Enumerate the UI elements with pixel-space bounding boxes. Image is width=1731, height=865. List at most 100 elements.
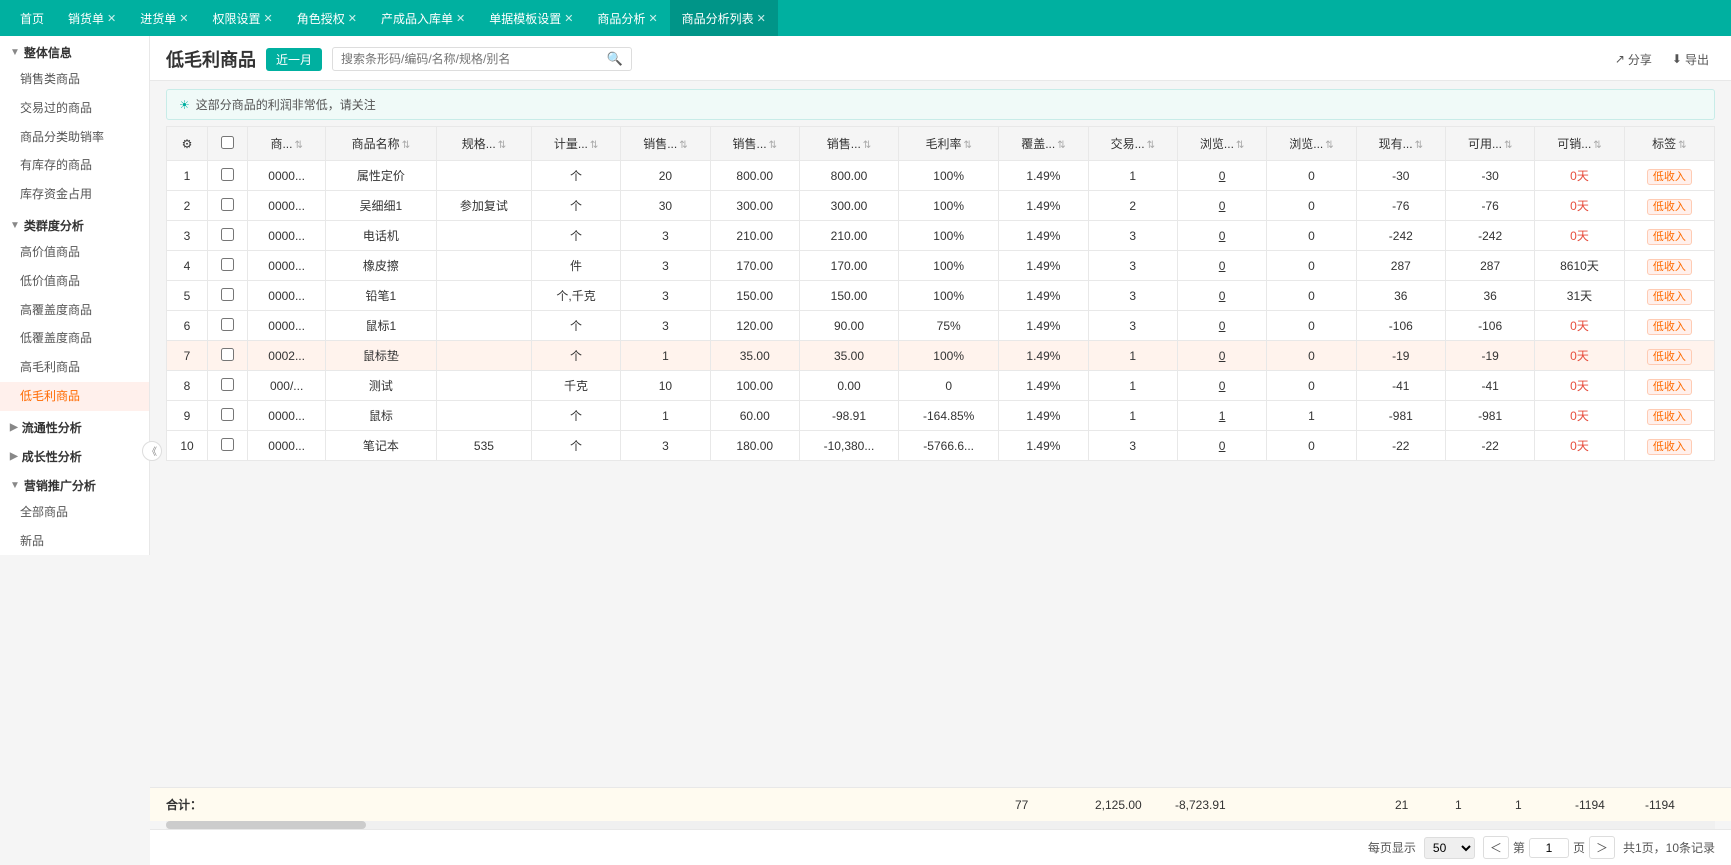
row-checkbox[interactable] [208,221,248,251]
col-sales-price[interactable]: 销售...⇅ [710,127,799,161]
row-stock-sellable: 0天 [1535,401,1624,431]
row-transactions: 3 [1088,251,1177,281]
search-icon[interactable]: 🔍 [607,51,623,67]
sidebar-group-overall[interactable]: ▼ 整体信息 [0,36,149,65]
page-nav: ＜ 第 页 ＞ [1483,836,1615,859]
col-views2[interactable]: 浏览...⇅ [1267,127,1356,161]
sidebar-item-sales-goods[interactable]: 销售类商品 [0,65,149,94]
row-views2: 0 [1267,281,1356,311]
col-tag[interactable]: 标签⇅ [1624,127,1714,161]
select-all-checkbox[interactable] [221,136,234,149]
row-code: 0002... [248,341,325,371]
sidebar-group-marketing[interactable]: ▼ 营销推广分析 [0,469,149,498]
row-no: 4 [167,251,208,281]
col-transactions[interactable]: 交易...⇅ [1088,127,1177,161]
row-views1: 0 [1177,431,1266,461]
row-unit: 个 [531,341,620,371]
per-page-select[interactable]: 50 100 200 [1424,837,1475,859]
page-input[interactable] [1529,838,1569,858]
nav-item-template[interactable]: 单据模板设置 ✕ [477,0,585,36]
row-checkbox[interactable] [208,251,248,281]
col-code[interactable]: 商...⇅ [248,127,325,161]
row-checkbox[interactable] [208,311,248,341]
sidebar-item-low-coverage[interactable]: 低覆盖度商品 [0,324,149,353]
sidebar-item-high-margin[interactable]: 高毛利商品 [0,353,149,382]
row-sales-amount: 170.00 [799,251,898,281]
col-sales-qty[interactable]: 销售...⇅ [621,127,710,161]
col-unit[interactable]: 计量...⇅ [531,127,620,161]
nav-close-template[interactable]: ✕ [564,12,573,25]
row-checkbox[interactable] [208,191,248,221]
horizontal-scrollbar[interactable] [166,821,1715,829]
row-name: 橡皮擦 [325,251,436,281]
nav-item-sales[interactable]: 销货单 ✕ [56,0,128,36]
row-name: 鼠标1 [325,311,436,341]
nav-close-product-stock[interactable]: ✕ [456,12,465,25]
sidebar-item-stock-capital[interactable]: 库存资金占用 [0,180,149,209]
sidebar-group-cluster[interactable]: ▼ 类群度分析 [0,209,149,238]
row-name: 鼠标垫 [325,341,436,371]
scrollbar-thumb[interactable] [166,821,366,829]
row-views1: 0 [1177,311,1266,341]
row-checkbox[interactable] [208,431,248,461]
sidebar-item-high-coverage[interactable]: 高覆盖度商品 [0,296,149,325]
row-stock-available: -22 [1445,431,1534,461]
col-spec[interactable]: 规格...⇅ [436,127,531,161]
col-stock-current[interactable]: 现有...⇅ [1356,127,1445,161]
col-gross-margin[interactable]: 毛利率⇅ [899,127,999,161]
sidebar-item-new-goods[interactable]: 新品 [0,527,149,556]
col-stock-available[interactable]: 可用...⇅ [1445,127,1534,161]
row-checkbox[interactable] [208,401,248,431]
period-button[interactable]: 近一月 [266,48,322,71]
search-input[interactable] [341,52,607,66]
nav-close-sales[interactable]: ✕ [107,12,116,25]
nav-close-role[interactable]: ✕ [348,12,357,25]
sidebar-group-flow[interactable]: ▶ 流通性分析 [0,411,149,440]
total-sales-qty: 77 [1015,798,1095,812]
row-name: 铅笔1 [325,281,436,311]
row-checkbox[interactable] [208,341,248,371]
sidebar-item-low-value[interactable]: 低价值商品 [0,267,149,296]
row-checkbox[interactable] [208,161,248,191]
export-button[interactable]: ⬇ 导出 [1666,48,1715,71]
sidebar-item-traded-goods[interactable]: 交易过的商品 [0,94,149,123]
nav-item-permissions[interactable]: 权限设置 ✕ [200,0,284,36]
page-unit: 页 [1573,839,1585,856]
col-settings[interactable]: ⚙ [167,127,208,161]
chevron-down-icon: ▼ [10,47,20,58]
row-checkbox[interactable] [208,281,248,311]
nav-close-goods-list[interactable]: ✕ [757,12,766,25]
nav-item-goods-list[interactable]: 商品分析列表 ✕ [670,0,778,36]
sidebar-item-high-value[interactable]: 高价值商品 [0,238,149,267]
row-no: 10 [167,431,208,461]
nav-item-role[interactable]: 角色授权 ✕ [285,0,369,36]
prev-page-button[interactable]: ＜ [1483,836,1509,859]
col-name[interactable]: 商品名称⇅ [325,127,436,161]
row-unit: 件 [531,251,620,281]
nav-close-permissions[interactable]: ✕ [264,12,273,25]
share-button[interactable]: ↗ 分享 [1609,48,1658,71]
nav-item-home[interactable]: 首页 [8,0,56,36]
nav-item-purchase[interactable]: 进货单 ✕ [128,0,200,36]
sidebar-item-low-margin[interactable]: 低毛利商品 [0,382,149,411]
col-coverage[interactable]: 覆盖...⇅ [999,127,1088,161]
row-checkbox[interactable] [208,371,248,401]
table-row: 40000...橡皮擦件3170.00170.00100%1.49%300287… [167,251,1715,281]
nav-item-goods-analysis[interactable]: 商品分析 ✕ [585,0,669,36]
row-name: 鼠标 [325,401,436,431]
next-page-button[interactable]: ＞ [1589,836,1615,859]
nav-close-purchase[interactable]: ✕ [179,12,188,25]
sidebar-group-growth[interactable]: ▶ 成长性分析 [0,440,149,469]
row-sales-amount: 210.00 [799,221,898,251]
col-checkbox[interactable] [208,127,248,161]
nav-close-goods-analysis[interactable]: ✕ [648,12,657,25]
sidebar-item-all-goods[interactable]: 全部商品 [0,498,149,527]
sidebar-item-stocked-goods[interactable]: 有库存的商品 [0,151,149,180]
nav-item-product-stock[interactable]: 产成品入库单 ✕ [369,0,477,36]
col-stock-sellable[interactable]: 可销...⇅ [1535,127,1624,161]
row-spec [436,221,531,251]
sidebar-item-category-sales-rate[interactable]: 商品分类助销率 [0,123,149,152]
col-views1[interactable]: 浏览...⇅ [1177,127,1266,161]
sidebar-collapse-button[interactable]: 《 [142,441,162,461]
col-sales-amount[interactable]: 销售...⇅ [799,127,898,161]
